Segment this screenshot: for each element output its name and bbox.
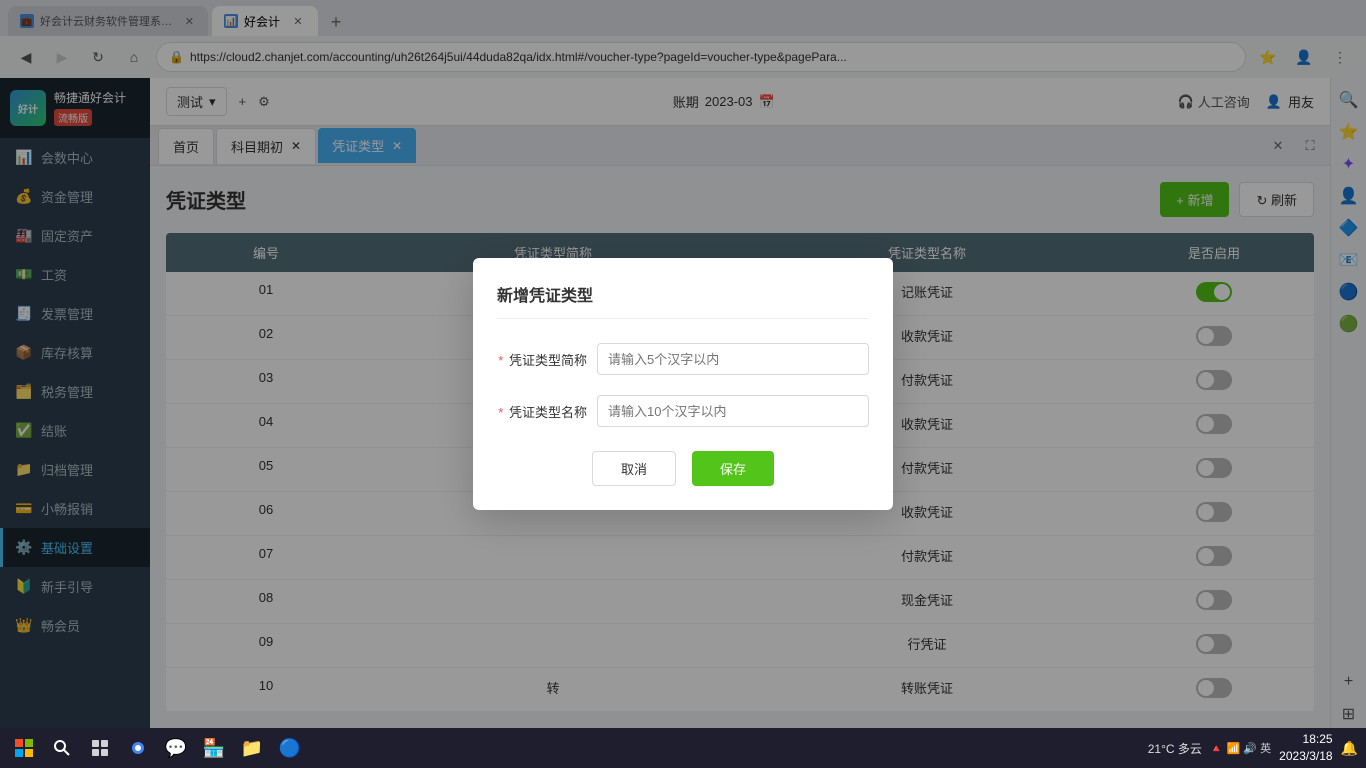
name-field-label: * 凭证类型名称 <box>497 402 597 421</box>
search-taskbar-button[interactable] <box>46 732 78 764</box>
abbr-field: * 凭证类型简称 <box>497 343 869 375</box>
clock-time: 18:25 <box>1279 731 1332 748</box>
abbr-field-label: * 凭证类型简称 <box>497 350 597 369</box>
cancel-button[interactable]: 取消 <box>592 451 676 486</box>
modal-title: 新增凭证类型 <box>497 282 869 319</box>
edge-taskbar-icon[interactable]: 🔵 <box>274 732 306 764</box>
clock-date: 2023/3/18 <box>1279 748 1332 765</box>
abbr-input[interactable] <box>597 343 869 375</box>
time-display: 18:25 2023/3/18 <box>1279 731 1332 765</box>
system-icons: 🔺 📶 🔊 英 <box>1210 740 1271 756</box>
modal-overlay: 新增凭证类型 * 凭证类型简称 * 凭证类型名称 取消 保存 <box>0 0 1366 768</box>
notification-button[interactable]: 🔔 <box>1341 740 1358 757</box>
taskbar: 💬 🏪 📁 🔵 21°C 多云 🔺 📶 🔊 英 18:25 2023/3/18 … <box>0 728 1366 768</box>
modal-dialog: 新增凭证类型 * 凭证类型简称 * 凭证类型名称 取消 保存 <box>473 258 893 510</box>
name-field: * 凭证类型名称 <box>497 395 869 427</box>
name-input[interactable] <box>597 395 869 427</box>
save-button[interactable]: 保存 <box>692 451 774 486</box>
weather-info: 21°C 多云 <box>1148 740 1202 757</box>
taskview-button[interactable] <box>84 732 116 764</box>
modal-footer: 取消 保存 <box>497 451 869 486</box>
start-button[interactable] <box>8 732 40 764</box>
store-taskbar-icon[interactable]: 🏪 <box>198 732 230 764</box>
taskbar-right: 21°C 多云 🔺 📶 🔊 英 18:25 2023/3/18 🔔 <box>1148 731 1358 765</box>
wechat-taskbar-icon[interactable]: 💬 <box>160 732 192 764</box>
name-required-mark: * <box>498 405 503 420</box>
chrome-taskbar-icon[interactable] <box>122 732 154 764</box>
abbr-required-mark: * <box>498 353 503 368</box>
explorer-taskbar-icon[interactable]: 📁 <box>236 732 268 764</box>
